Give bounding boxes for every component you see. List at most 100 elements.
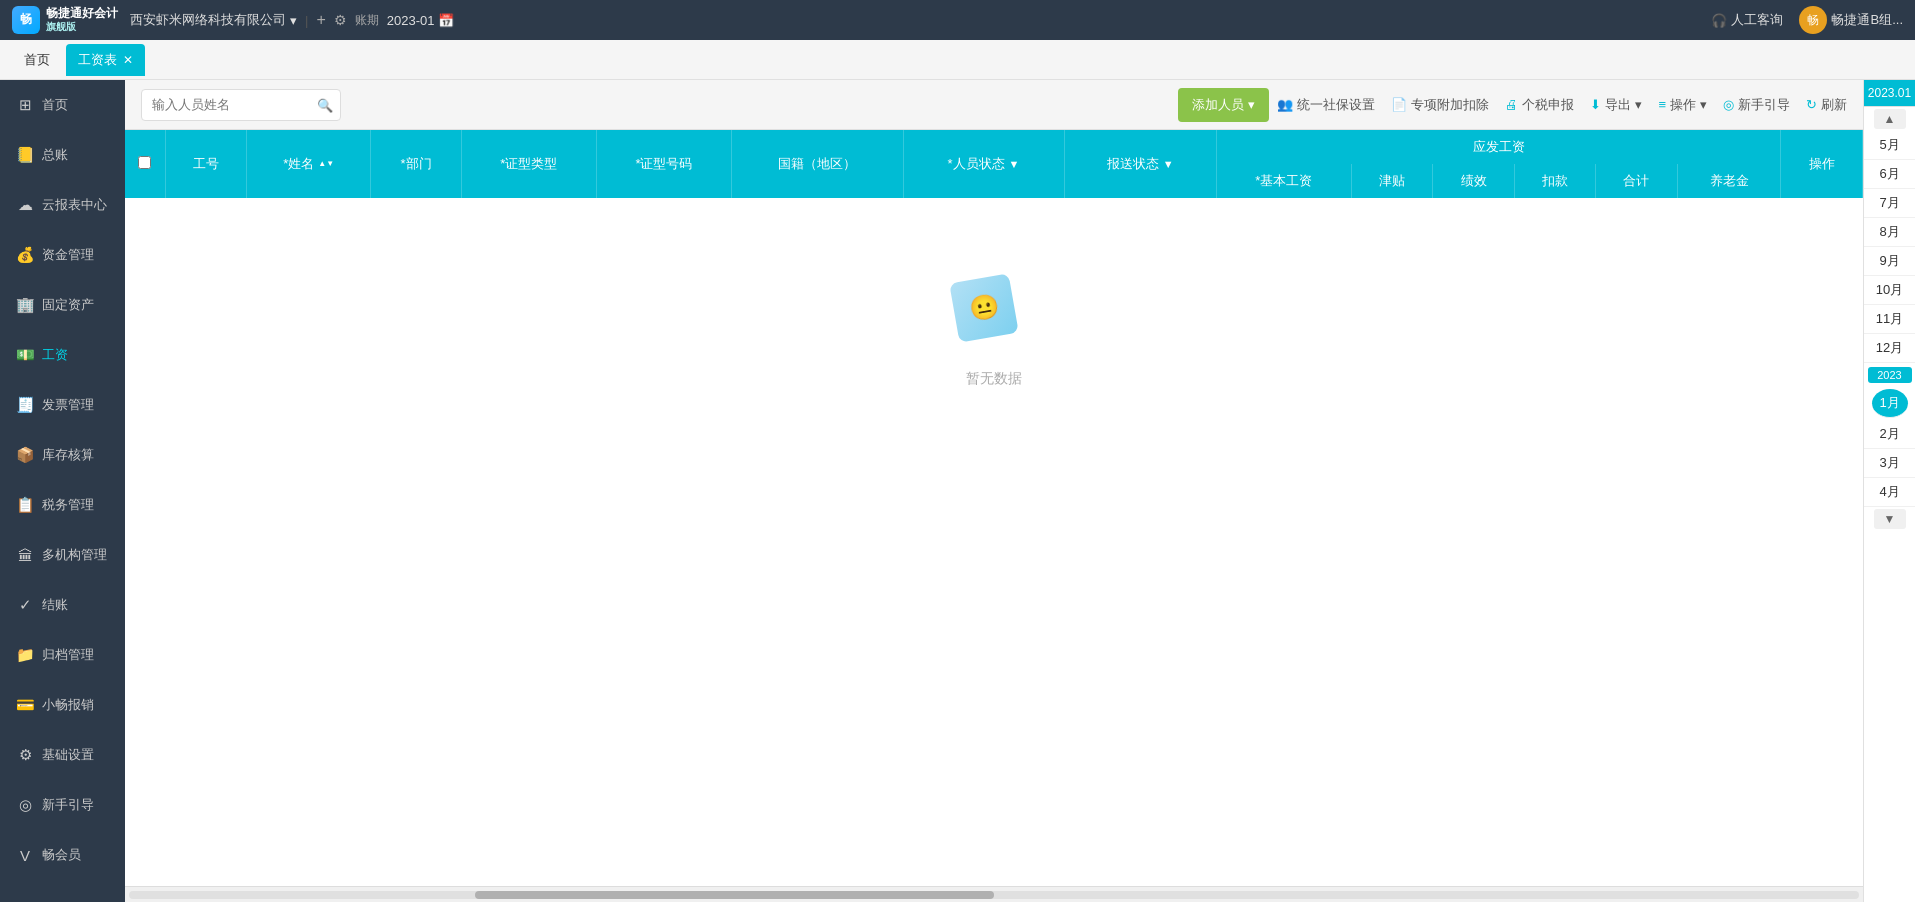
month-item-10[interactable]: 10月: [1864, 276, 1915, 305]
add-person-dropdown-icon: ▾: [1248, 97, 1255, 112]
tab-payroll-label: 工资表: [78, 51, 117, 69]
special-deduction-icon: 📄: [1391, 97, 1407, 112]
special-deduction-button[interactable]: 📄 专项附加扣除: [1391, 96, 1489, 114]
panel-up-button[interactable]: ▲: [1874, 109, 1906, 129]
tab-bar: 首页 工资表 ✕: [0, 40, 1915, 80]
col-allowance: 津贴: [1351, 164, 1432, 198]
sidebar-label-inventory: 库存核算: [42, 446, 94, 464]
divider: |: [305, 13, 308, 28]
sidebar-item-guide[interactable]: ◎ 新手引导: [0, 780, 125, 830]
export-icon: ⬇: [1590, 97, 1601, 112]
add-person-button[interactable]: 添加人员 ▾: [1178, 88, 1269, 122]
month-item-6[interactable]: 6月: [1864, 160, 1915, 189]
logo-sub: 旗舰版: [46, 20, 118, 34]
tab-payroll[interactable]: 工资表 ✕: [66, 44, 145, 76]
operations-dropdown-icon: ▾: [1700, 97, 1707, 112]
sidebar-item-archive[interactable]: 📁 归档管理: [0, 630, 125, 680]
tab-home[interactable]: 首页: [12, 44, 62, 76]
user-profile-button[interactable]: 畅 畅捷通B组...: [1799, 6, 1903, 34]
inventory-icon: 📦: [16, 446, 34, 464]
col-deduction: 扣款: [1514, 164, 1595, 198]
logo-icon: 畅: [12, 6, 40, 34]
company-selector[interactable]: 西安虾米网络科技有限公司 ▾: [130, 11, 297, 29]
sidebar-item-member[interactable]: V 畅会员: [0, 830, 125, 880]
company-name: 西安虾米网络科技有限公司: [130, 11, 286, 29]
sidebar-item-inventory[interactable]: 📦 库存核算: [0, 430, 125, 480]
month-item-5[interactable]: 5月: [1864, 131, 1915, 160]
operations-label: 操作: [1670, 96, 1696, 114]
sidebar-item-reports[interactable]: ☁ 云报表中心: [0, 180, 125, 230]
sidebar-label-tax: 税务管理: [42, 496, 94, 514]
select-all-checkbox[interactable]: [138, 156, 151, 169]
payroll-table: 工号 *姓名 ▲▼ *部门 *证型类型: [125, 130, 1863, 468]
sidebar-item-expense[interactable]: 💳 小畅报销: [0, 680, 125, 730]
sidebar-item-closing[interactable]: ✓ 结账: [0, 580, 125, 630]
sidebar-item-multi-org[interactable]: 🏛 多机构管理: [0, 530, 125, 580]
search-button[interactable]: 🔍: [317, 97, 333, 112]
calendar-icon[interactable]: 📅: [438, 13, 454, 28]
sidebar-item-funds[interactable]: 💰 资金管理: [0, 230, 125, 280]
company-dropdown-icon[interactable]: ▾: [290, 13, 297, 28]
status-filter-icon[interactable]: ▼: [1009, 158, 1020, 170]
panel-down-button[interactable]: ▼: [1874, 509, 1906, 529]
month-item-9[interactable]: 9月: [1864, 247, 1915, 276]
month-item-1[interactable]: 1月: [1872, 389, 1908, 418]
month-item-4[interactable]: 4月: [1864, 478, 1915, 507]
refresh-label: 刷新: [1821, 96, 1847, 114]
col-operation: 操作: [1781, 130, 1863, 198]
sidebar-item-payroll[interactable]: 💵 工资: [0, 330, 125, 380]
horizontal-scrollbar[interactable]: [125, 886, 1863, 902]
sidebar-item-tax[interactable]: 📋 税务管理: [0, 480, 125, 530]
tax-filing-button[interactable]: 🖨 个税申报: [1505, 96, 1574, 114]
search-input[interactable]: [141, 89, 341, 121]
export-button[interactable]: ⬇ 导出 ▾: [1590, 96, 1642, 114]
payroll-icon: 💵: [16, 346, 34, 364]
month-item-3[interactable]: 3月: [1864, 449, 1915, 478]
invoice-icon: 🧾: [16, 396, 34, 414]
col-dept: *部门: [371, 130, 461, 198]
sidebar-item-assets[interactable]: 🏢 固定资产: [0, 280, 125, 330]
username-label: 畅捷通B组...: [1831, 11, 1903, 29]
operations-icon: ≡: [1658, 97, 1666, 112]
month-item-12[interactable]: 12月: [1864, 334, 1915, 363]
col-nationality: 国籍（地区）: [732, 130, 903, 198]
sidebar-label-multi-org: 多机构管理: [42, 546, 107, 564]
sidebar-item-home[interactable]: ⊞ 首页: [0, 80, 125, 130]
refresh-button[interactable]: ↻ 刷新: [1806, 96, 1847, 114]
funds-icon: 💰: [16, 246, 34, 264]
period-label: 账期: [355, 12, 379, 29]
sidebar: ⊞ 首页 📒 总账 ☁ 云报表中心 💰 资金管理 🏢 固定资产 💵 工资 🧾 发…: [0, 80, 125, 902]
sidebar-item-settings[interactable]: ⚙ 基础设置: [0, 730, 125, 780]
month-item-2[interactable]: 2月: [1864, 420, 1915, 449]
add-person-label: 添加人员: [1192, 96, 1244, 114]
sidebar-label-archive: 归档管理: [42, 646, 94, 664]
month-item-7[interactable]: 7月: [1864, 189, 1915, 218]
cloud-icon: ☁: [16, 196, 34, 214]
logo-text: 畅捷通好会计: [46, 6, 118, 20]
main-layout: ⊞ 首页 📒 总账 ☁ 云报表中心 💰 资金管理 🏢 固定资产 💵 工资 🧾 发…: [0, 80, 1915, 902]
sidebar-item-invoice[interactable]: 🧾 发票管理: [0, 380, 125, 430]
add-company-button[interactable]: +: [316, 11, 325, 29]
month-item-11[interactable]: 11月: [1864, 305, 1915, 334]
sidebar-label-ledger: 总账: [42, 146, 68, 164]
scrollbar-thumb[interactable]: [475, 891, 994, 899]
sidebar-label-home: 首页: [42, 96, 68, 114]
right-panel: 2023.01 ▲ 5月 6月 7月 8月 9月 10月 11月 12月 202…: [1863, 80, 1915, 902]
social-insurance-button[interactable]: 👥 统一社保设置: [1277, 96, 1375, 114]
name-sort[interactable]: ▲▼: [318, 160, 334, 168]
month-item-8[interactable]: 8月: [1864, 218, 1915, 247]
ledger-icon: 📒: [16, 146, 34, 164]
settings-icon[interactable]: ⚙: [334, 12, 347, 28]
report-status-filter-icon[interactable]: ▼: [1163, 158, 1174, 170]
sidebar-label-payroll: 工资: [42, 346, 68, 364]
tab-close-icon[interactable]: ✕: [123, 53, 133, 67]
customer-service-button[interactable]: 🎧 人工客询: [1711, 11, 1783, 29]
right-panel-header: 2023.01: [1864, 80, 1915, 107]
select-all-header[interactable]: [125, 130, 165, 198]
org-icon: 🏛: [16, 547, 34, 564]
guide-button[interactable]: ◎ 新手引导: [1723, 96, 1790, 114]
sidebar-item-ledger[interactable]: 📒 总账: [0, 130, 125, 180]
empty-cube-graphic: 😐: [949, 273, 1019, 343]
table-container: 工号 *姓名 ▲▼ *部门 *证型类型: [125, 130, 1863, 886]
operations-button[interactable]: ≡ 操作 ▾: [1658, 96, 1707, 114]
